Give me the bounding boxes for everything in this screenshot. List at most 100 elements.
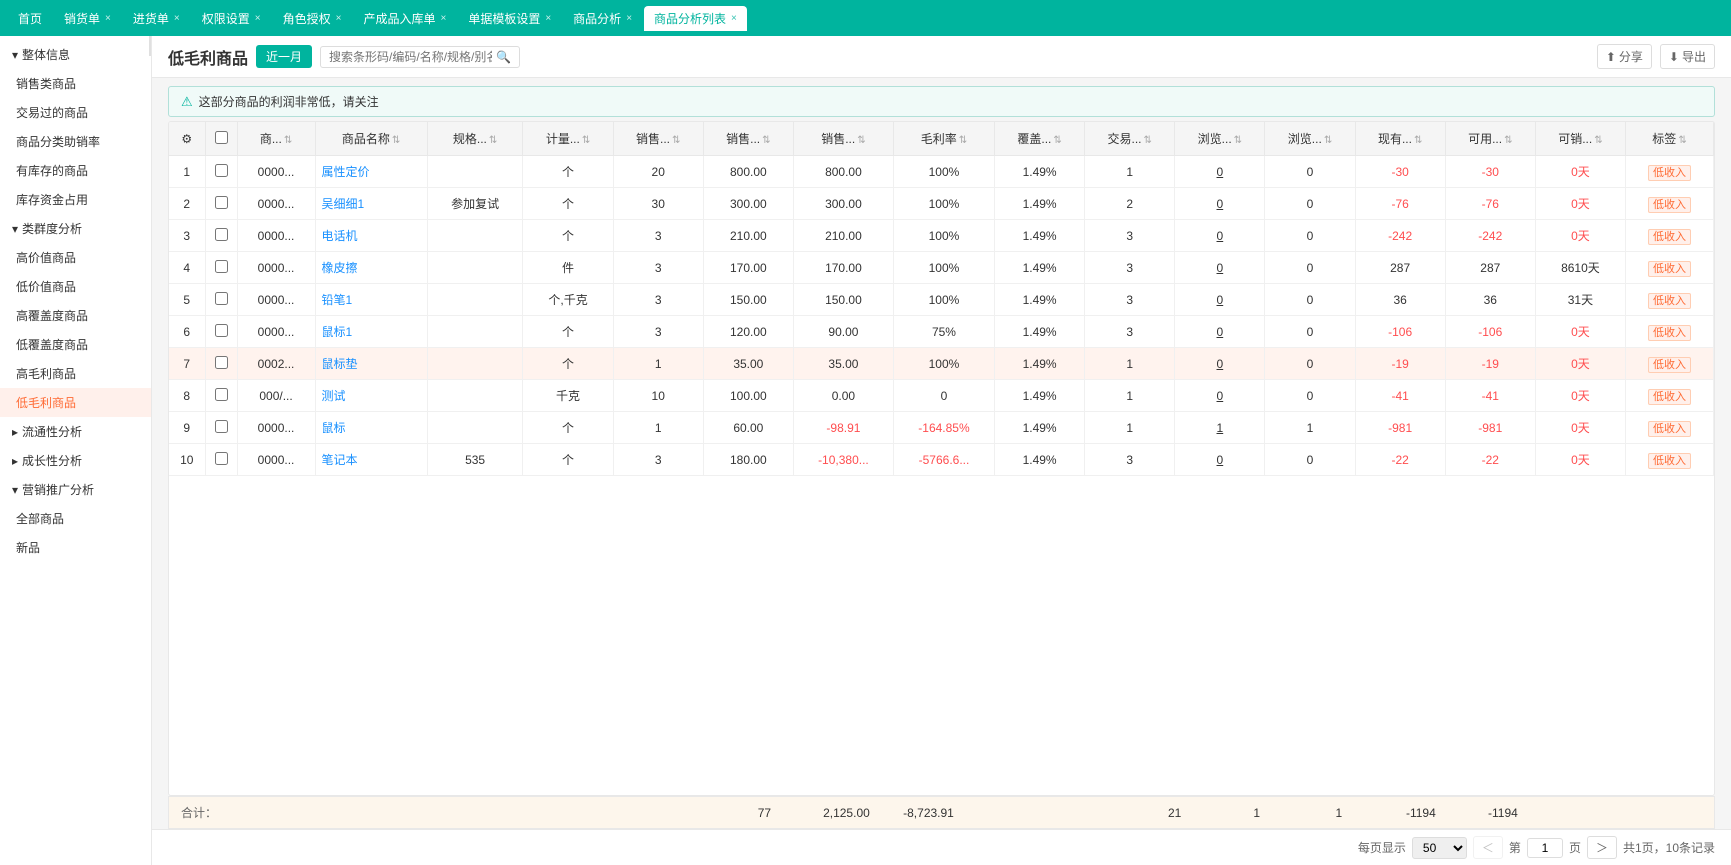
search-icon[interactable]: 🔍 (496, 50, 511, 64)
nav-template-settings[interactable]: 单据模板设置 × (458, 6, 561, 31)
col-usable[interactable]: 可用...⇅ (1445, 122, 1535, 156)
row-browse1[interactable]: 0 (1175, 444, 1265, 476)
sidebar-item-low-value[interactable]: 低价值商品 (0, 272, 151, 301)
warning-icon: ⚠ (181, 94, 193, 110)
date-filter-btn[interactable]: 近一月 (256, 45, 312, 68)
nav-close-icon[interactable]: × (440, 13, 446, 24)
select-all-checkbox[interactable] (215, 131, 228, 144)
row-checkbox[interactable] (205, 156, 237, 188)
col-browse2[interactable]: 浏览...⇅ (1265, 122, 1355, 156)
col-coverage[interactable]: 覆盖...⇅ (995, 122, 1085, 156)
row-checkbox[interactable] (205, 348, 237, 380)
sidebar-item-sales-goods[interactable]: 销售类商品 (0, 69, 151, 98)
row-browse1[interactable]: 0 (1175, 156, 1265, 188)
sidebar-item-high-margin[interactable]: 高毛利商品 (0, 359, 151, 388)
sidebar-item-high-coverage[interactable]: 高覆盖度商品 (0, 301, 151, 330)
row-name[interactable]: 鼠标垫 (315, 348, 427, 380)
col-spec[interactable]: 规格...⇅ (427, 122, 523, 156)
sidebar-group-circulation[interactable]: ▸ 流通性分析 (0, 417, 151, 446)
row-checkbox[interactable] (205, 220, 237, 252)
sidebar-group-growth[interactable]: ▸ 成长性分析 (0, 446, 151, 475)
row-name[interactable]: 鼠标1 (315, 316, 427, 348)
export-btn[interactable]: ⬇ 导出 (1660, 44, 1715, 69)
row-current: -19 (1355, 348, 1445, 380)
row-checkbox[interactable] (205, 316, 237, 348)
col-sale-price[interactable]: 销售...⇅ (703, 122, 793, 156)
col-sale-qty[interactable]: 销售...⇅ (613, 122, 703, 156)
col-trade-count[interactable]: 交易...⇅ (1085, 122, 1175, 156)
sidebar-item-stocked-goods[interactable]: 有库存的商品 (0, 156, 151, 185)
row-browse1[interactable]: 0 (1175, 220, 1265, 252)
row-num: 10 (169, 444, 205, 476)
row-checkbox[interactable] (205, 284, 237, 316)
nav-close-icon[interactable]: × (626, 13, 632, 24)
row-name[interactable]: 电话机 (315, 220, 427, 252)
prev-page-btn[interactable]: ＜ (1473, 836, 1503, 859)
nav-home[interactable]: 首页 (8, 6, 52, 31)
col-name[interactable]: 商品名称⇅ (315, 122, 427, 156)
row-browse1[interactable]: 0 (1175, 380, 1265, 412)
next-page-btn[interactable]: ＞ (1587, 836, 1617, 859)
nav-close-icon[interactable]: × (105, 13, 111, 24)
col-current[interactable]: 现有...⇅ (1355, 122, 1445, 156)
nav-close-icon[interactable]: × (174, 13, 180, 24)
row-tag: 低收入 (1626, 220, 1714, 252)
sidebar-item-high-value[interactable]: 高价值商品 (0, 243, 151, 272)
row-checkbox[interactable] (205, 412, 237, 444)
row-name[interactable]: 笔记本 (315, 444, 427, 476)
page-size-select[interactable]: 50 100 200 (1412, 837, 1467, 859)
row-usable: -106 (1445, 316, 1535, 348)
row-name[interactable]: 吴细细1 (315, 188, 427, 220)
col-browse1[interactable]: 浏览...⇅ (1175, 122, 1265, 156)
sidebar-item-traded-goods[interactable]: 交易过的商品 (0, 98, 151, 127)
nav-close-icon[interactable]: × (255, 13, 261, 24)
nav-product-analysis-list[interactable]: 商品分析列表 × (644, 6, 747, 31)
row-checkbox[interactable] (205, 444, 237, 476)
col-code[interactable]: 商...⇅ (237, 122, 315, 156)
nav-permissions[interactable]: 权限设置 × (192, 6, 271, 31)
row-name[interactable]: 鼠标 (315, 412, 427, 444)
nav-product-analysis[interactable]: 商品分析 × (563, 6, 642, 31)
row-browse1[interactable]: 0 (1175, 188, 1265, 220)
row-name[interactable]: 橡皮擦 (315, 252, 427, 284)
col-sale-amt[interactable]: 销售...⇅ (793, 122, 893, 156)
share-btn[interactable]: ⬆ 分享 (1597, 44, 1652, 69)
sidebar-item-low-margin[interactable]: 低毛利商品 (0, 388, 151, 417)
nav-sales-order[interactable]: 销货单 × (54, 6, 121, 31)
row-name[interactable]: 测试 (315, 380, 427, 412)
col-unit[interactable]: 计量...⇅ (523, 122, 613, 156)
row-checkbox[interactable] (205, 252, 237, 284)
col-sellable[interactable]: 可销...⇅ (1535, 122, 1625, 156)
row-name[interactable]: 属性定价 (315, 156, 427, 188)
row-checkbox[interactable] (205, 380, 237, 412)
page-number-input[interactable] (1527, 838, 1563, 858)
sidebar-group-cluster[interactable]: ▾ 类群度分析 (0, 214, 151, 243)
sidebar-item-new-goods[interactable]: 新品 (0, 533, 151, 562)
sidebar-item-all-goods[interactable]: 全部商品 (0, 504, 151, 533)
row-browse1[interactable]: 0 (1175, 252, 1265, 284)
sidebar-group-overall[interactable]: ▾ 整体信息 (0, 40, 151, 69)
nav-close-icon[interactable]: × (731, 13, 737, 24)
row-checkbox[interactable] (205, 188, 237, 220)
nav-close-icon[interactable]: × (336, 13, 342, 24)
nav-close-icon[interactable]: × (545, 13, 551, 24)
header-actions: ⬆ 分享 ⬇ 导出 (1597, 44, 1715, 69)
nav-finished-goods[interactable]: 产成品入库单 × (353, 6, 456, 31)
col-tag[interactable]: 标签⇅ (1626, 122, 1714, 156)
row-browse1[interactable]: 0 (1175, 284, 1265, 316)
col-settings[interactable]: ⚙ (169, 122, 205, 156)
sidebar-item-stock-capital[interactable]: 库存资金占用 (0, 185, 151, 214)
nav-role-auth[interactable]: 角色授权 × (273, 6, 352, 31)
col-gross-rate[interactable]: 毛利率⇅ (893, 122, 994, 156)
row-browse1[interactable]: 0 (1175, 348, 1265, 380)
sidebar-item-low-coverage[interactable]: 低覆盖度商品 (0, 330, 151, 359)
row-name[interactable]: 铅笔1 (315, 284, 427, 316)
search-input[interactable] (329, 50, 492, 64)
sidebar-group-marketing[interactable]: ▾ 营销推广分析 (0, 475, 151, 504)
row-gross-rate: 100% (893, 220, 994, 252)
nav-purchase-order[interactable]: 进货单 × (123, 6, 190, 31)
row-browse1[interactable]: 1 (1175, 412, 1265, 444)
row-browse1[interactable]: 0 (1175, 316, 1265, 348)
sidebar-item-category-rate[interactable]: 商品分类助销率 (0, 127, 151, 156)
row-trade-count: 3 (1085, 444, 1175, 476)
